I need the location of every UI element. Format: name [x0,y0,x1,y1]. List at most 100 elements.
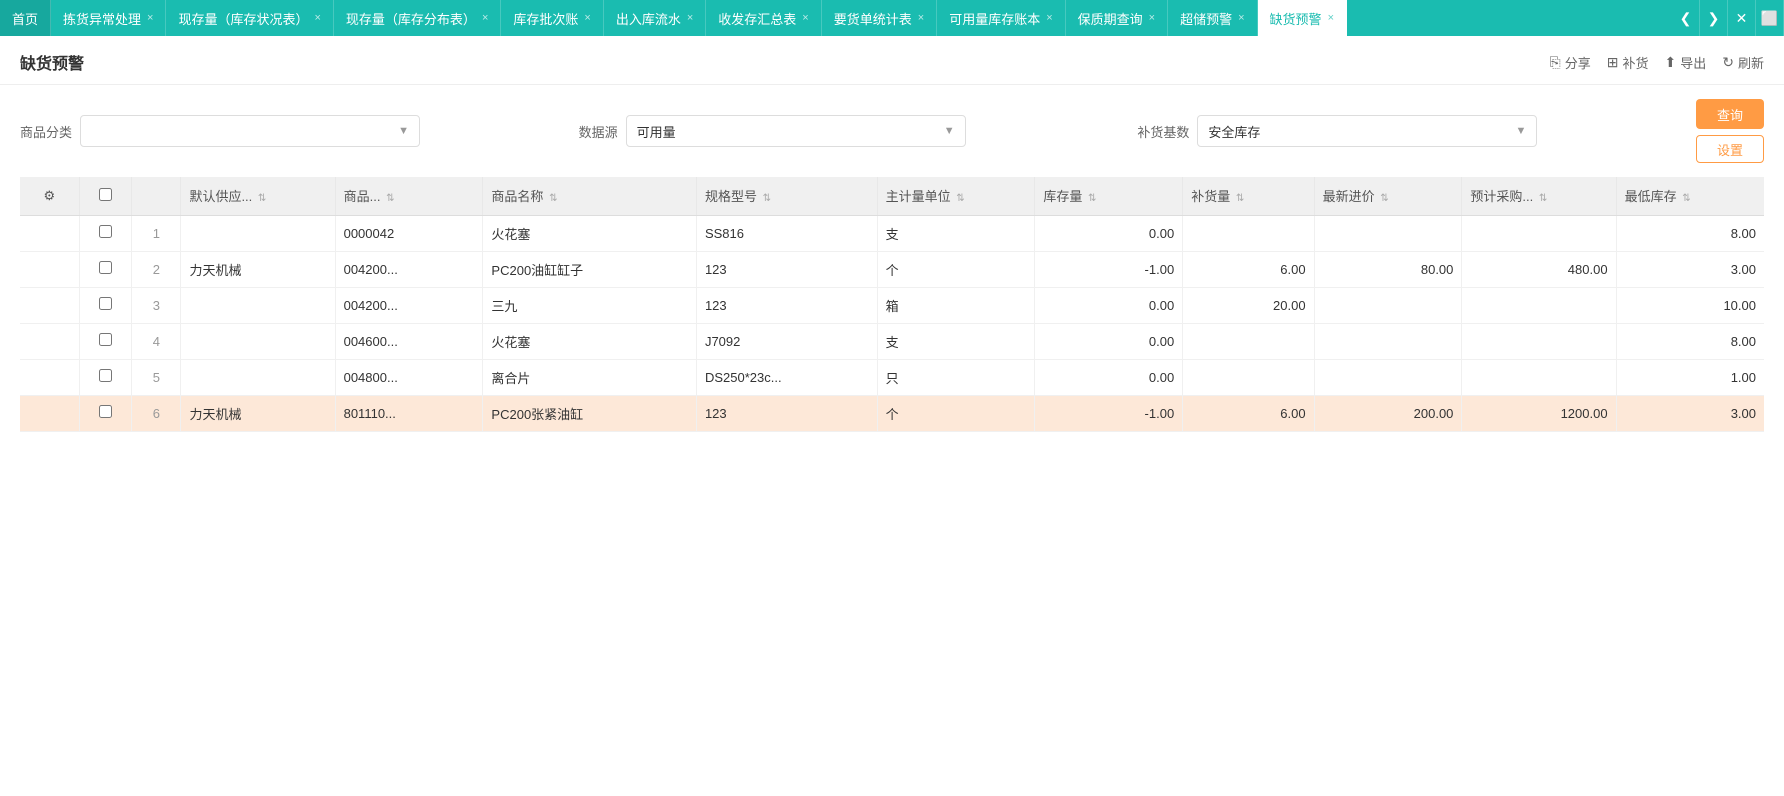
tab-home[interactable]: 首页 [0,0,51,36]
select-all-checkbox[interactable] [99,188,112,201]
row-unit-cell: 个 [877,251,1035,287]
row-num-cell: 1 [132,215,181,251]
row-supplier-cell: 力天机械 [181,251,335,287]
col-gear[interactable]: ⚙ [20,177,79,215]
data-table: ⚙ 默认供应... ⇅ 商品... ⇅ 商品名称 [20,177,1764,432]
row-product-code-cell: 004600... [335,323,483,359]
close-tab-batch-account[interactable]: × [584,12,590,24]
tab-inout-flow[interactable]: 出入库流水 × [604,0,706,36]
query-button[interactable]: 查询 [1696,99,1764,129]
close-tab-overstock[interactable]: × [1238,12,1244,24]
close-tab-inventory-dist[interactable]: × [482,12,488,24]
tab-shortage[interactable]: 缺货预警 × [1258,0,1347,36]
row-restock-qty-cell: 6.00 [1183,251,1314,287]
row-num-cell: 5 [132,359,181,395]
row-gear-cell [20,359,79,395]
tab-overstock[interactable]: 超储预警 × [1168,0,1257,36]
refresh-btn[interactable]: ↻ 刷新 [1722,53,1764,72]
col-product-code[interactable]: 商品... ⇅ [335,177,483,215]
stock-qty-sort-icon: ⇅ [1088,193,1096,204]
page-title: 缺货预警 [20,50,84,74]
col-unit[interactable]: 主计量单位 ⇅ [877,177,1035,215]
close-tab-abnormal[interactable]: × [147,12,153,24]
row-est-purchase-cell [1462,287,1616,323]
tab-maximize-btn[interactable]: ⬜ [1756,0,1784,36]
row-gear-cell [20,395,79,431]
row-stock-qty-cell: 0.00 [1035,215,1183,251]
category-label: 商品分类 [20,122,72,141]
table-header-row: ⚙ 默认供应... ⇅ 商品... ⇅ 商品名称 [20,177,1764,215]
tab-bar: 首页 拣货异常处理 × 现存量（库存状况表） × 现存量（库存分布表） × 库存… [0,0,1784,36]
datasource-select[interactable]: 可用量 ▼ [626,115,966,147]
row-spec-cell: DS250*23c... [696,359,877,395]
row-est-purchase-cell [1462,323,1616,359]
row-checkbox[interactable] [99,225,112,238]
close-tab-inventory-status[interactable]: × [314,12,320,24]
tab-prev-btn[interactable]: ❮ [1672,0,1700,36]
row-gear-cell [20,251,79,287]
row-checkbox[interactable] [99,261,112,274]
tab-inventory-dist[interactable]: 现存量（库存分布表） × [334,0,501,36]
tab-batch-account[interactable]: 库存批次账 × [501,0,603,36]
row-product-code-cell: 0000042 [335,215,483,251]
row-num-cell: 2 [132,251,181,287]
row-check-cell [79,359,132,395]
tab-next-btn[interactable]: ❯ [1700,0,1728,36]
row-product-name-cell: 三九 [483,287,697,323]
page-header: 缺货预警 ⎘ 分享 ⊞ 补货 ⬆ 导出 ↻ 刷新 [0,36,1784,85]
close-tab-order-stat[interactable]: × [918,12,924,24]
row-stock-qty-cell: 0.00 [1035,287,1183,323]
table-row: 6力天机械801110...PC200张紧油缸123个-1.006.00200.… [20,395,1764,431]
row-product-code-cell: 004800... [335,359,483,395]
close-tab-available-ledger[interactable]: × [1046,12,1052,24]
row-min-stock-cell: 3.00 [1616,251,1764,287]
tab-order-stat[interactable]: 要货单统计表 × [822,0,937,36]
col-restock-qty[interactable]: 补货量 ⇅ [1183,177,1314,215]
tab-nav-btns: ❮ ❯ ✕ ⬜ [1672,0,1784,36]
table-row: 3004200...三九123箱0.0020.0010.00 [20,287,1764,323]
table-container: ⚙ 默认供应... ⇅ 商品... ⇅ 商品名称 [0,177,1784,432]
share-icon: ⎘ [1550,54,1561,71]
col-stock-qty[interactable]: 库存量 ⇅ [1035,177,1183,215]
row-restock-qty-cell [1183,359,1314,395]
close-tab-shortage[interactable]: × [1328,12,1334,24]
row-num-cell: 4 [132,323,181,359]
close-tab-receive-summary[interactable]: × [802,12,808,24]
row-checkbox[interactable] [99,333,112,346]
restock-base-value: 安全库存 [1208,122,1260,141]
restock-base-select[interactable]: 安全库存 ▼ [1197,115,1537,147]
row-est-purchase-cell [1462,359,1616,395]
row-supplier-cell [181,359,335,395]
tab-receive-summary[interactable]: 收发存汇总表 × [706,0,821,36]
row-restock-qty-cell [1183,215,1314,251]
export-btn[interactable]: ⬆ 导出 [1665,53,1707,72]
close-tab-inout-flow[interactable]: × [687,12,693,24]
latest-price-sort-icon: ⇅ [1380,193,1388,204]
row-checkbox[interactable] [99,369,112,382]
col-supplier[interactable]: 默认供应... ⇅ [181,177,335,215]
row-checkbox[interactable] [99,297,112,310]
col-min-stock[interactable]: 最低库存 ⇅ [1616,177,1764,215]
row-min-stock-cell: 1.00 [1616,359,1764,395]
restock-btn[interactable]: ⊞ 补货 [1607,53,1649,72]
datasource-value: 可用量 [637,122,676,141]
tab-abnormal[interactable]: 拣货异常处理 × [51,0,166,36]
tab-available-ledger[interactable]: 可用量库存账本 × [937,0,1065,36]
row-checkbox[interactable] [99,405,112,418]
row-product-code-cell: 004200... [335,251,483,287]
row-stock-qty-cell: 0.00 [1035,323,1183,359]
supplier-sort-icon: ⇅ [258,193,266,204]
tab-expiry-query[interactable]: 保质期查询 × [1066,0,1168,36]
col-est-purchase[interactable]: 预计采购... ⇅ [1462,177,1616,215]
col-product-name[interactable]: 商品名称 ⇅ [483,177,697,215]
share-btn[interactable]: ⎘ 分享 [1550,53,1591,72]
tab-close-all-btn[interactable]: ✕ [1728,0,1756,36]
category-select[interactable]: ▼ [80,115,420,147]
col-check[interactable] [79,177,132,215]
tab-inventory-status[interactable]: 现存量（库存状况表） × [166,0,333,36]
close-tab-expiry-query[interactable]: × [1149,12,1155,24]
row-est-purchase-cell: 1200.00 [1462,395,1616,431]
col-latest-price[interactable]: 最新进价 ⇅ [1314,177,1462,215]
settings-button[interactable]: 设置 [1696,135,1764,163]
col-spec[interactable]: 规格型号 ⇅ [696,177,877,215]
